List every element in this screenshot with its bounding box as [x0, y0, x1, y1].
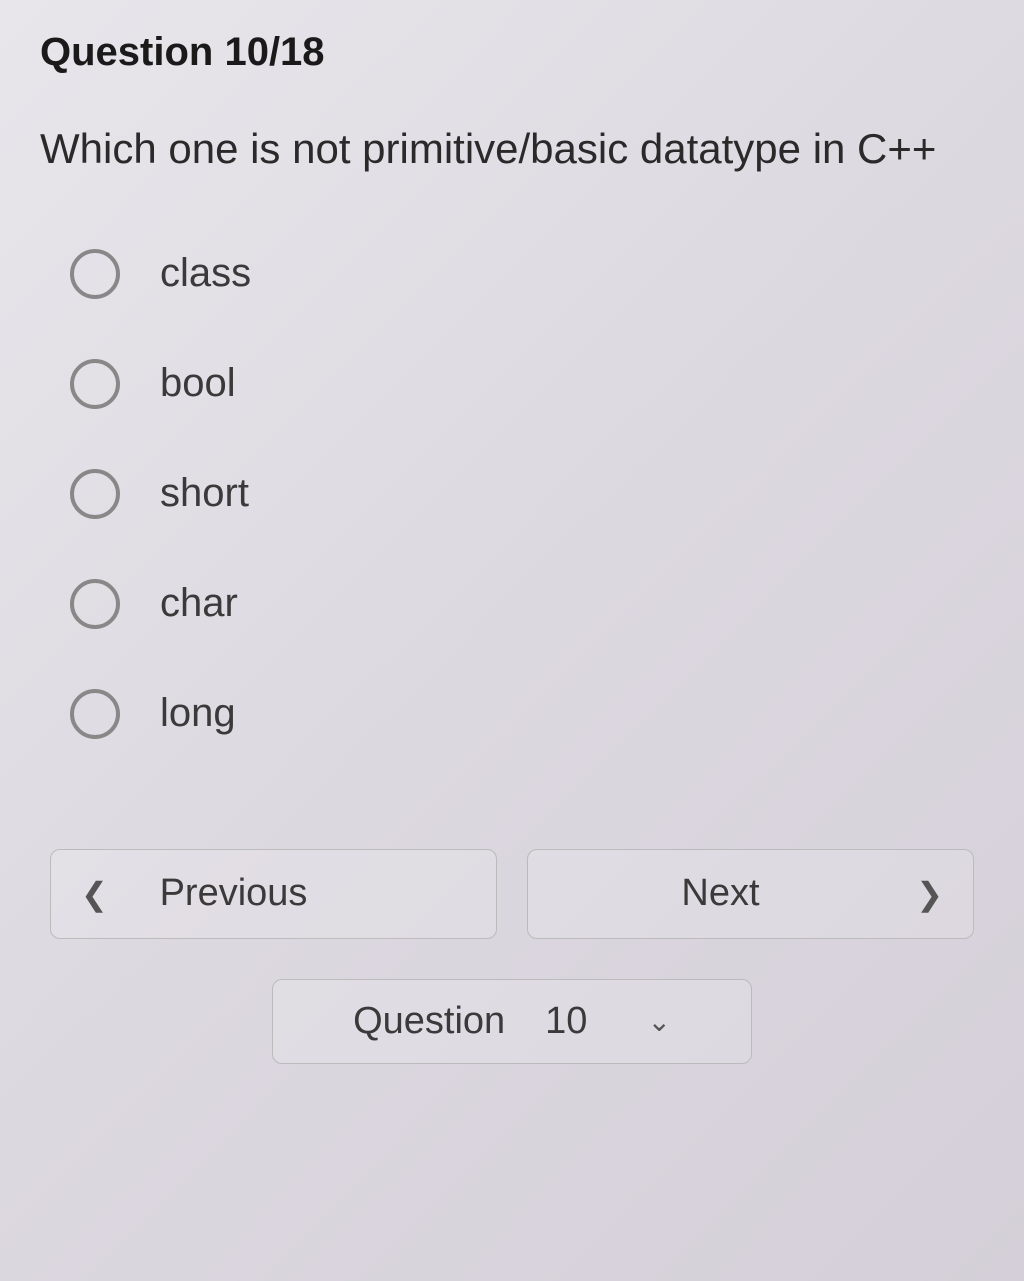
- radio-icon: [70, 469, 120, 519]
- option-label: short: [160, 471, 249, 516]
- option-label: bool: [160, 361, 236, 406]
- chevron-right-icon: ❯: [916, 875, 943, 913]
- option-label: class: [160, 251, 251, 296]
- previous-button[interactable]: ❮ Previous: [50, 849, 497, 939]
- option-char[interactable]: char: [70, 579, 984, 629]
- option-bool[interactable]: bool: [70, 359, 984, 409]
- option-long[interactable]: long: [70, 689, 984, 739]
- radio-icon: [70, 249, 120, 299]
- selector-row: Question 10 ⌄: [40, 979, 984, 1064]
- options-list: class bool short char long: [40, 249, 984, 739]
- radio-icon: [70, 579, 120, 629]
- radio-icon: [70, 359, 120, 409]
- chevron-down-icon: ⌄: [647, 1005, 670, 1038]
- radio-icon: [70, 689, 120, 739]
- option-class[interactable]: class: [70, 249, 984, 299]
- question-selector[interactable]: Question 10 ⌄: [272, 979, 752, 1064]
- option-label: long: [160, 691, 236, 736]
- previous-label: Previous: [160, 872, 308, 915]
- question-counter: Question 10/18: [40, 30, 984, 75]
- option-short[interactable]: short: [70, 469, 984, 519]
- selector-current: 10: [545, 1000, 587, 1043]
- chevron-left-icon: ❮: [81, 875, 108, 913]
- option-label: char: [160, 581, 238, 626]
- selector-prefix: Question: [353, 1000, 505, 1043]
- next-button[interactable]: Next ❯: [527, 849, 974, 939]
- nav-row: ❮ Previous Next ❯: [40, 849, 984, 939]
- question-text: Which one is not primitive/basic datatyp…: [40, 120, 984, 179]
- next-label: Next: [681, 872, 759, 915]
